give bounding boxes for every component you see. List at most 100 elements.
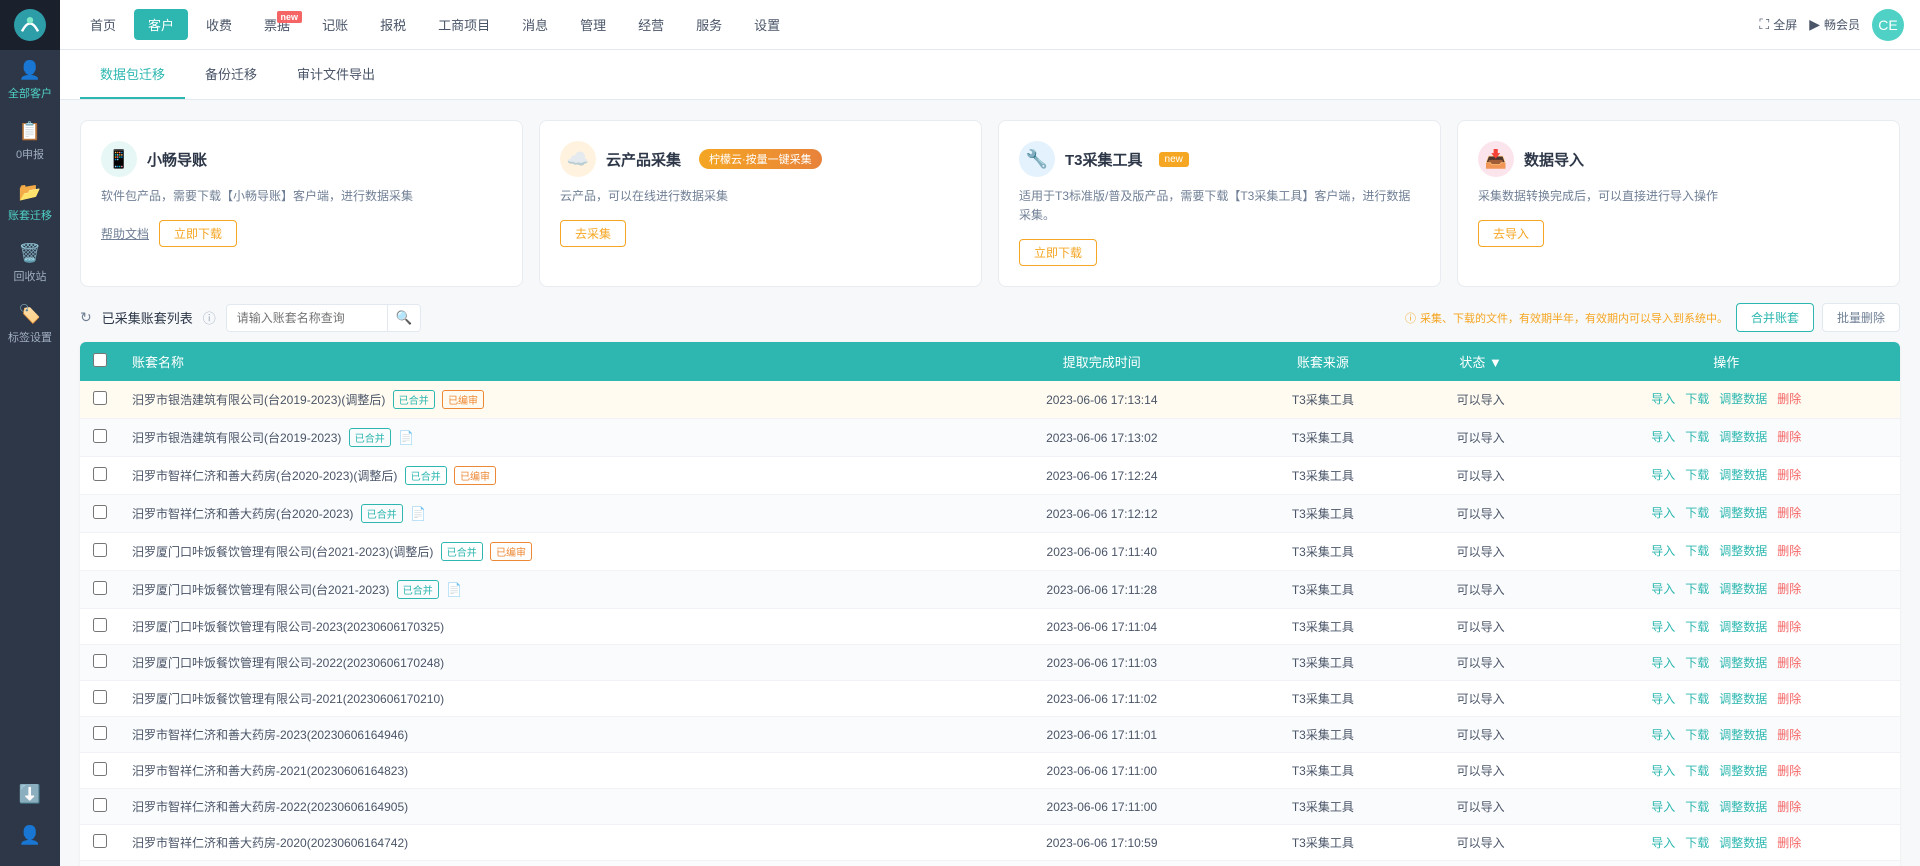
row-op-导入[interactable]: 导入 [1651,690,1675,707]
row-op-导入[interactable]: 导入 [1651,834,1675,851]
nav-item-service[interactable]: 服务 [682,9,736,40]
row-op-导入[interactable]: 导入 [1651,618,1675,635]
row-op-下载[interactable]: 下载 [1685,834,1709,851]
row-op-调整数据[interactable]: 调整数据 [1719,580,1767,597]
row-op-删除[interactable]: 删除 [1777,618,1801,635]
download-now-btn-3[interactable]: 立即下载 [1019,239,1097,266]
nav-item-operations[interactable]: 经营 [624,9,678,40]
help-doc-link[interactable]: 帮助文档 [101,225,149,242]
sidebar-item-all-clients[interactable]: 👤 全部客户 [0,50,60,111]
nav-item-bookkeeping[interactable]: 记账 [308,9,362,40]
row-op-调整数据[interactable]: 调整数据 [1719,466,1767,483]
row-checkbox[interactable] [93,429,107,443]
tab-backup-migration[interactable]: 备份迁移 [185,50,277,99]
nav-item-fees[interactable]: 收费 [192,9,246,40]
row-op-导入[interactable]: 导入 [1651,390,1675,407]
row-op-导入[interactable]: 导入 [1651,466,1675,483]
row-op-删除[interactable]: 删除 [1777,726,1801,743]
row-op-调整数据[interactable]: 调整数据 [1719,428,1767,445]
row-op-删除[interactable]: 删除 [1777,466,1801,483]
row-op-下载[interactable]: 下载 [1685,690,1709,707]
row-op-下载[interactable]: 下载 [1685,726,1709,743]
row-op-导入[interactable]: 导入 [1651,798,1675,815]
row-op-下载[interactable]: 下载 [1685,542,1709,559]
row-checkbox[interactable] [93,654,107,668]
tab-data-migration[interactable]: 数据包迁移 [80,50,185,99]
row-op-下载[interactable]: 下载 [1685,580,1709,597]
search-input[interactable] [227,306,387,330]
row-op-删除[interactable]: 删除 [1777,390,1801,407]
row-extra-icon[interactable]: 📄 [398,430,414,445]
row-op-导入[interactable]: 导入 [1651,726,1675,743]
row-extra-icon[interactable]: 📄 [410,506,426,521]
row-op-删除[interactable]: 删除 [1777,654,1801,671]
nav-item-tax[interactable]: 报税 [366,9,420,40]
download-now-btn-1[interactable]: 立即下载 [159,220,237,247]
fullscreen-btn[interactable]: ⛶ 全屏 [1759,16,1797,33]
row-op-删除[interactable]: 删除 [1777,798,1801,815]
row-op-下载[interactable]: 下载 [1685,428,1709,445]
user-avatar[interactable]: CE [1872,9,1904,41]
row-op-下载[interactable]: 下载 [1685,504,1709,521]
nav-item-manage[interactable]: 管理 [566,9,620,40]
row-checkbox[interactable] [93,581,107,595]
row-op-调整数据[interactable]: 调整数据 [1719,504,1767,521]
row-op-导入[interactable]: 导入 [1651,428,1675,445]
go-import-btn[interactable]: 去导入 [1478,220,1544,247]
sidebar-item-declaration[interactable]: 📋 0申报 [0,111,60,172]
row-op-调整数据[interactable]: 调整数据 [1719,618,1767,635]
tab-audit-export[interactable]: 审计文件导出 [277,50,395,99]
sidebar-item-recycle[interactable]: 🗑️ 回收站 [0,233,60,294]
row-op-调整数据[interactable]: 调整数据 [1719,798,1767,815]
row-op-下载[interactable]: 下载 [1685,654,1709,671]
nav-item-business[interactable]: 工商项目 [424,9,504,40]
member-btn[interactable]: ▶ 畅会员 [1809,16,1860,33]
row-op-下载[interactable]: 下载 [1685,618,1709,635]
row-op-调整数据[interactable]: 调整数据 [1719,542,1767,559]
row-checkbox[interactable] [93,726,107,740]
sidebar-item-user-bottom[interactable]: 👤 [0,815,60,856]
row-op-删除[interactable]: 删除 [1777,580,1801,597]
nav-item-home[interactable]: 首页 [76,9,130,40]
row-op-导入[interactable]: 导入 [1651,762,1675,779]
go-collect-btn[interactable]: 去采集 [560,220,626,247]
row-op-删除[interactable]: 删除 [1777,504,1801,521]
row-op-删除[interactable]: 删除 [1777,428,1801,445]
row-checkbox[interactable] [93,690,107,704]
row-op-下载[interactable]: 下载 [1685,798,1709,815]
row-checkbox[interactable] [93,762,107,776]
sidebar-item-download[interactable]: ⬇️ [0,774,60,815]
row-op-下载[interactable]: 下载 [1685,466,1709,483]
refresh-icon[interactable]: ↻ [80,309,92,326]
row-op-导入[interactable]: 导入 [1651,542,1675,559]
row-checkbox[interactable] [93,467,107,481]
col-status[interactable]: 状态 ▼ [1409,342,1553,381]
row-op-导入[interactable]: 导入 [1651,504,1675,521]
row-op-导入[interactable]: 导入 [1651,654,1675,671]
row-op-调整数据[interactable]: 调整数据 [1719,834,1767,851]
row-checkbox[interactable] [93,618,107,632]
row-checkbox[interactable] [93,798,107,812]
sidebar-item-account-migration[interactable]: 📂 账套迁移 [0,172,60,233]
row-op-删除[interactable]: 删除 [1777,690,1801,707]
row-op-下载[interactable]: 下载 [1685,390,1709,407]
row-checkbox[interactable] [93,505,107,519]
row-op-删除[interactable]: 删除 [1777,762,1801,779]
batch-delete-btn[interactable]: 批量删除 [1822,303,1900,332]
row-op-导入[interactable]: 导入 [1651,580,1675,597]
sidebar-logo[interactable] [0,0,60,50]
row-op-调整数据[interactable]: 调整数据 [1719,762,1767,779]
select-all-checkbox[interactable] [93,353,107,367]
merge-accounts-btn[interactable]: 合并账套 [1736,303,1814,332]
search-button[interactable]: 🔍 [387,305,421,331]
help-icon[interactable]: ⓘ [203,308,216,327]
row-op-调整数据[interactable]: 调整数据 [1719,726,1767,743]
sidebar-item-tag-settings[interactable]: 🏷️ 标签设置 [0,294,60,355]
row-extra-icon[interactable]: 📄 [446,582,462,597]
nav-item-bills[interactable]: 票据 new [250,9,304,40]
row-op-删除[interactable]: 删除 [1777,834,1801,851]
nav-item-messages[interactable]: 消息 [508,9,562,40]
nav-item-settings[interactable]: 设置 [740,9,794,40]
row-op-调整数据[interactable]: 调整数据 [1719,654,1767,671]
row-op-调整数据[interactable]: 调整数据 [1719,690,1767,707]
